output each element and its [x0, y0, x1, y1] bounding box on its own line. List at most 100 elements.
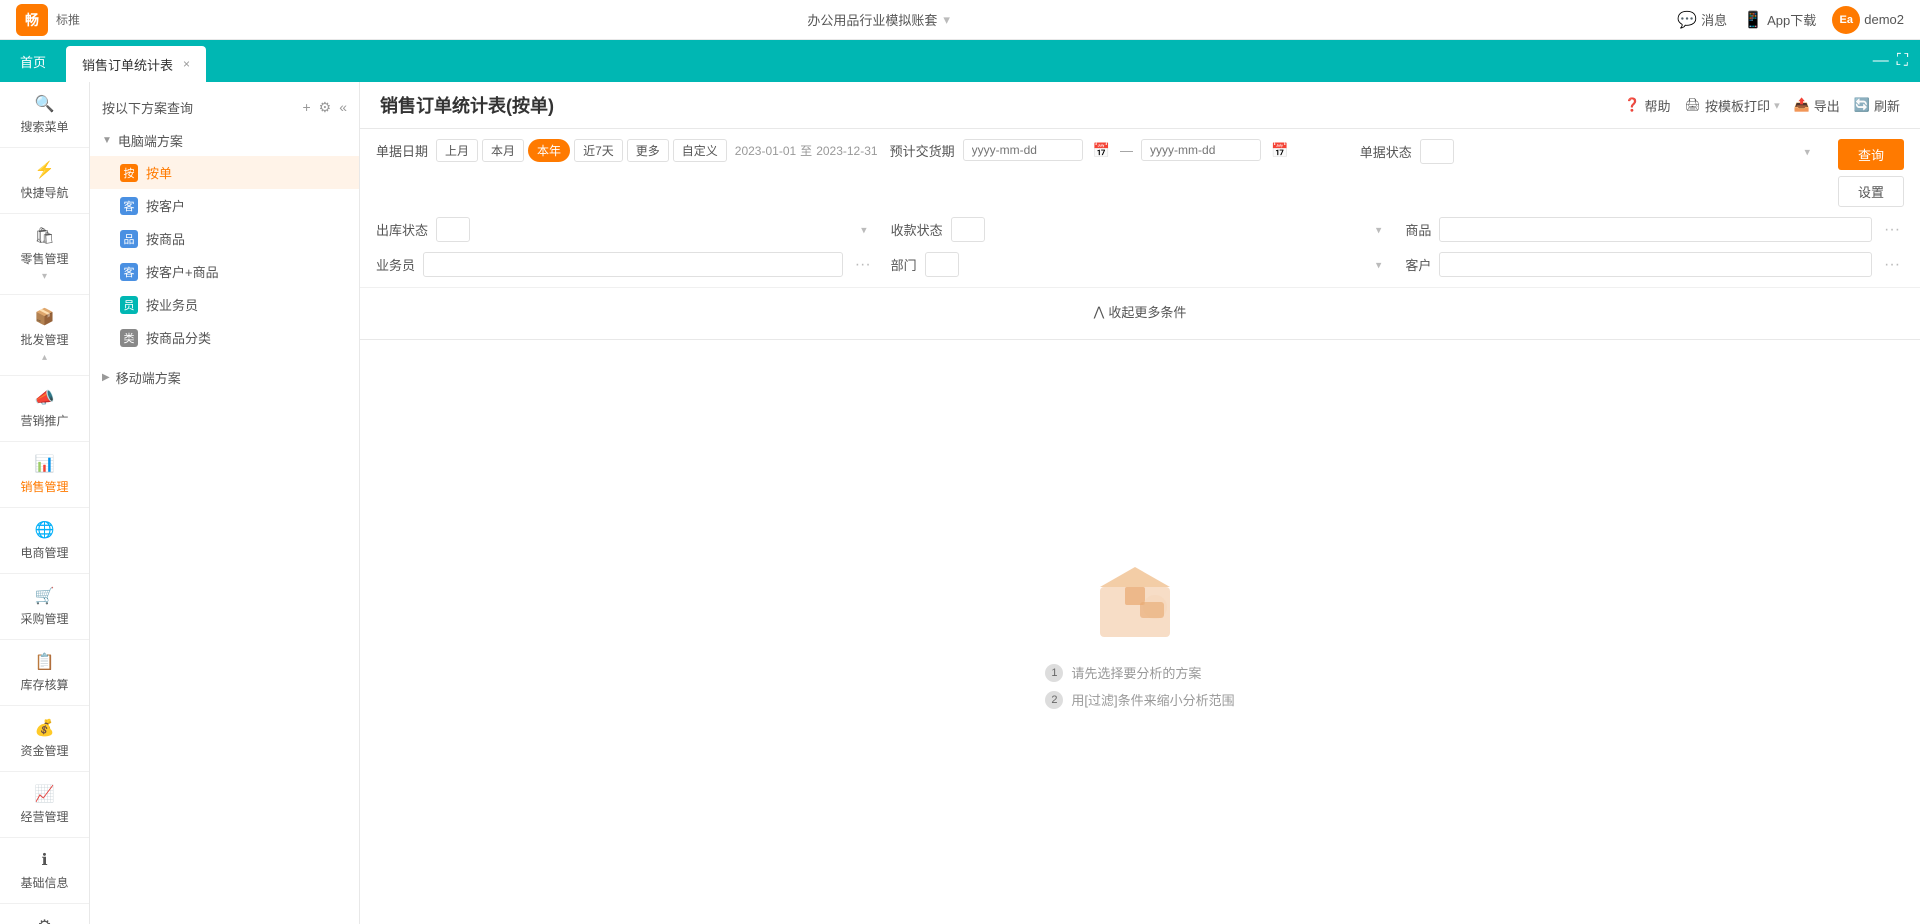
sidebar-item-operations[interactable]: 📈 经营管理 — [0, 772, 89, 838]
refresh-btn[interactable]: 🔄 刷新 — [1854, 96, 1900, 115]
left-panel-actions: + ⚙ « — [302, 99, 347, 116]
filter-row1: 单据日期 上月 本月 本年 近7天 更多 自定义 2023-01-01 至 — [360, 129, 1920, 207]
add-scheme-btn[interactable]: + — [302, 99, 310, 116]
user-profile[interactable]: Ea demo2 — [1832, 6, 1904, 34]
scheme-icon-product: 品 — [120, 230, 138, 248]
sidebar-item-retail[interactable]: 🛍 零售管理 ▾ — [0, 214, 89, 295]
customer-more-btn[interactable]: ··· — [1880, 256, 1904, 274]
salesperson-filter: 业务员 ··· — [376, 252, 875, 277]
scheme-icon-category: 类 — [120, 329, 138, 347]
main-area: 销售订单统计表(按单) ❓ 帮助 🖨 按模板打印 ▾ 📤 导出 — [360, 82, 1920, 924]
product-input[interactable] — [1439, 217, 1872, 242]
tab-close-btn[interactable]: × — [183, 57, 190, 71]
export-btn[interactable]: 📤 导出 — [1794, 96, 1840, 115]
tab-home[interactable]: 首页 — [0, 40, 66, 82]
mobile-scheme-header[interactable]: ▶ 移动端方案 — [90, 362, 359, 393]
filter-row2: 出库状态 收款状态 — [360, 207, 1920, 242]
sidebar-item-sales[interactable]: 📊 销售管理 — [0, 442, 89, 508]
sidebar-item-quick-nav[interactable]: ⚡ 快捷导航 — [0, 148, 89, 214]
pc-scheme-group: ▼ 电脑端方案 按 按单 客 按客户 品 — [90, 125, 359, 354]
mobile-scheme-arrow: ▶ — [102, 372, 110, 383]
sidebar-item-finance[interactable]: 💰 资金管理 — [0, 706, 89, 772]
sidebar-item-wholesale[interactable]: 📦 批发管理 ▴ — [0, 295, 89, 376]
delivery-status-filter: 出库状态 — [376, 217, 875, 242]
tab-sales-stats[interactable]: 销售订单统计表 × — [66, 46, 206, 82]
expected-date-filter: 预计交货期 📅 — 📅 — [890, 139, 1348, 161]
scheme-by-cust-prod[interactable]: 客 按客户+商品 — [90, 255, 359, 288]
minimize-icon[interactable]: — — [1873, 52, 1889, 70]
query-btn[interactable]: 查询 — [1838, 139, 1904, 170]
help-btn[interactable]: ❓ 帮助 — [1624, 96, 1670, 115]
sidebar-item-ecom[interactable]: 🌐 电商管理 — [0, 508, 89, 574]
marketing-icon: 📣 — [35, 388, 55, 408]
expected-date-from[interactable] — [963, 139, 1083, 161]
sidebar-item-marketing[interactable]: 📣 营销推广 — [0, 376, 89, 442]
avatar: Ea — [1832, 6, 1860, 34]
scheme-icon-cust-prod: 客 — [120, 263, 138, 281]
scheme-icon-customer: 客 — [120, 197, 138, 215]
query-action-area: 查询 设置 — [1830, 139, 1904, 207]
left-panel-header: 按以下方案查询 + ⚙ « — [90, 94, 359, 125]
customer-input[interactable] — [1439, 252, 1872, 277]
doc-status-select[interactable] — [1420, 139, 1454, 164]
date-btns: 上月 本月 本年 近7天 更多 自定义 — [436, 139, 727, 162]
sidebar-item-inventory[interactable]: 📋 库存核算 — [0, 640, 89, 706]
scheme-by-product[interactable]: 品 按商品 — [90, 222, 359, 255]
delivery-status-select[interactable] — [436, 217, 470, 242]
empty-svg — [1080, 547, 1200, 647]
sidebar-item-basic[interactable]: ℹ 基础信息 — [0, 838, 89, 904]
topbar-right: 💬 消息 📱 App下载 Ea demo2 — [1677, 6, 1904, 34]
cal-from-icon[interactable]: 📅 — [1093, 142, 1110, 159]
wholesale-icon: 📦 — [35, 307, 55, 327]
scheme-icon-staff: 员 — [120, 296, 138, 314]
scheme-settings-btn[interactable]: ⚙ — [319, 99, 332, 116]
collapse-conditions-btn[interactable]: ⋀ 收起更多条件 — [1078, 296, 1203, 327]
this-month-btn[interactable]: 本月 — [482, 139, 524, 162]
empty-tips: 1 请先选择要分析的方案 2 用[过滤]条件来缩小分析范围 — [1045, 663, 1234, 717]
wholesale-arrow: ▴ — [42, 352, 47, 363]
finance-icon: 💰 — [35, 718, 55, 738]
last7days-btn[interactable]: 近7天 — [574, 139, 623, 162]
app-download-btn[interactable]: 📱 App下载 — [1743, 10, 1816, 30]
date-range-display: 2023-01-01 至 2023-12-31 — [735, 142, 878, 159]
more-date-btn[interactable]: 更多 — [627, 139, 669, 162]
content-area: 按以下方案查询 + ⚙ « ▼ 电脑端方案 按 按单 — [90, 82, 1920, 924]
scheme-by-staff[interactable]: 员 按业务员 — [90, 288, 359, 321]
scheme-icon-order: 按 — [120, 164, 138, 182]
pc-scheme-header[interactable]: ▼ 电脑端方案 — [90, 125, 359, 156]
sidebar-item-search[interactable]: 🔍 搜索菜单 — [0, 82, 89, 148]
empty-illustration — [1080, 547, 1200, 647]
sidebar-item-purchase[interactable]: 🛒 采购管理 — [0, 574, 89, 640]
scheme-by-customer[interactable]: 客 按客户 — [90, 189, 359, 222]
custom-date-btn[interactable]: 自定义 — [673, 139, 727, 162]
sidebar: 🔍 搜索菜单 ⚡ 快捷导航 🛍 零售管理 ▾ 📦 批发管理 ▴ 📣 营销推广 📊… — [0, 82, 90, 924]
ecom-icon: 🌐 — [35, 520, 55, 540]
empty-state: 1 请先选择要分析的方案 2 用[过滤]条件来缩小分析范围 — [360, 340, 1920, 924]
last-month-btn[interactable]: 上月 — [436, 139, 478, 162]
scheme-by-category[interactable]: 类 按商品分类 — [90, 321, 359, 354]
tabbar-right: — ⛶ — [1873, 52, 1920, 70]
scheme-by-order[interactable]: 按 按单 — [90, 156, 359, 189]
retail-arrow: ▾ — [42, 271, 47, 282]
product-more-btn[interactable]: ··· — [1880, 221, 1904, 239]
salesperson-input[interactable] — [423, 252, 843, 277]
sidebar-item-system[interactable]: ⚙ 系统管理 — [0, 904, 89, 924]
messages-btn[interactable]: 💬 消息 — [1677, 10, 1727, 30]
salesperson-more-btn[interactable]: ··· — [851, 256, 875, 274]
expected-date-to[interactable] — [1141, 139, 1261, 161]
logo-icon: 畅 — [16, 4, 48, 36]
tabbar: 首页 销售订单统计表 × — ⛶ — [0, 40, 1920, 82]
print-btn[interactable]: 🖨 按模板打印 ▾ — [1685, 96, 1780, 115]
product-filter: 商品 ··· — [1405, 217, 1904, 242]
settings-btn[interactable]: 设置 — [1838, 176, 1904, 207]
left-panel: 按以下方案查询 + ⚙ « ▼ 电脑端方案 按 按单 — [90, 82, 360, 924]
payment-status-select[interactable] — [951, 217, 985, 242]
department-select[interactable] — [925, 252, 959, 277]
collapse-panel-btn[interactable]: « — [339, 99, 347, 116]
purchase-icon: 🛒 — [35, 586, 55, 606]
maximize-icon[interactable]: ⛶ — [1897, 52, 1908, 70]
cal-to-icon[interactable]: 📅 — [1271, 142, 1288, 159]
topbar: 畅 标推 办公用品行业模拟账套 ▾ 💬 消息 📱 App下载 Ea demo2 — [0, 0, 1920, 40]
retail-icon: 🛍 — [34, 226, 54, 246]
this-year-btn[interactable]: 本年 — [528, 139, 570, 162]
